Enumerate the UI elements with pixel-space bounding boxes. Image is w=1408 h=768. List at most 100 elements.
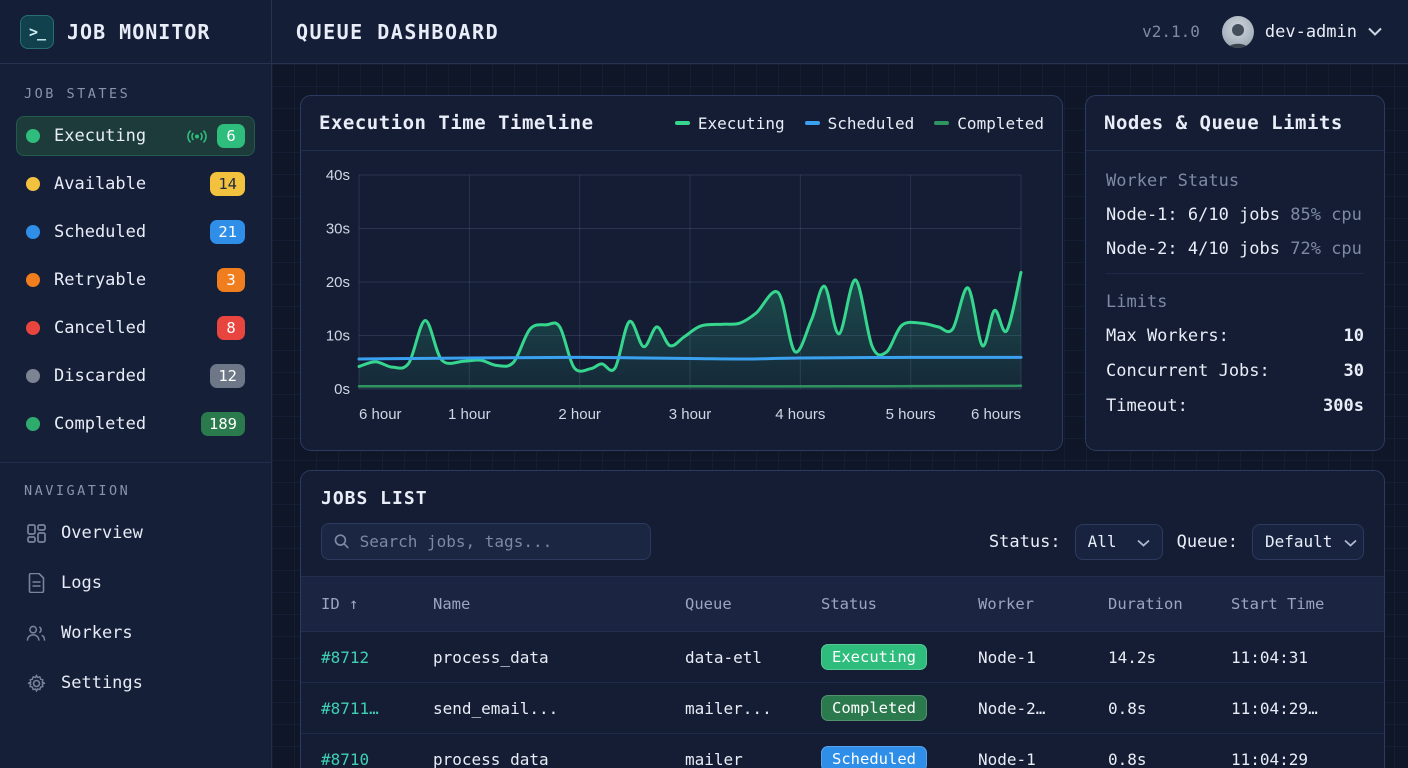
user-menu[interactable]: dev-admin — [1214, 15, 1382, 48]
nav-item-workers[interactable]: Workers — [16, 613, 255, 653]
worker-jobs: 4/10 jobs — [1187, 239, 1291, 259]
chevron-down-icon — [1344, 532, 1358, 551]
status-badge: Executing — [821, 644, 927, 670]
status-select[interactable]: All — [1074, 523, 1163, 560]
app-logo: >_ JOB MONITOR — [0, 0, 272, 63]
state-label: Executing — [54, 126, 147, 146]
job-id-link[interactable]: #8710 — [321, 750, 433, 768]
user-avatar — [1221, 15, 1254, 48]
nav-item-settings[interactable]: Settings — [16, 663, 255, 703]
limits-label: Limits — [1106, 292, 1168, 312]
x-tick-label: 2 hour — [558, 406, 601, 423]
limit-value: 30 — [1343, 361, 1364, 381]
job-name: send_email... — [433, 698, 559, 718]
broadcast-icon — [186, 129, 208, 144]
version-label: v2.1.0 — [1142, 22, 1200, 41]
chevron-down-icon — [1368, 27, 1382, 36]
job-id-link[interactable]: #8711… — [321, 699, 433, 718]
y-tick-label: 40s — [326, 167, 350, 184]
column-header-name: Name — [433, 595, 471, 613]
jobs-filters: Status: All Queue: Default — [989, 523, 1364, 560]
state-label: Cancelled — [54, 318, 147, 338]
jobs-list-card: JOBS LIST Status: All Queue: Default ID ↑Na… — [300, 470, 1385, 768]
limit-row: Timeout: 300s — [1106, 396, 1364, 416]
state-count-badge: 3 — [217, 268, 245, 292]
worker-cpu: 72% cpu — [1290, 239, 1362, 259]
job-name: process_data — [433, 749, 549, 768]
sidebar-state-completed[interactable]: Completed 189 — [16, 404, 255, 444]
job-row-8710[interactable]: #8710 process_data mailer Scheduled Node-1 0.… — [301, 734, 1384, 768]
job-states-section-label: JOB STATES — [24, 86, 131, 102]
state-label: Available — [54, 174, 147, 194]
chevron-down-icon — [1136, 532, 1150, 551]
worker-status-row: Node-2: 4/10 jobs 72% cpu — [1106, 239, 1364, 259]
legend-item-completed[interactable]: Completed — [934, 114, 1044, 133]
state-dot — [26, 369, 40, 383]
jobs-table-header: ID ↑ Name Queue Status Worker Duration Start T… — [301, 576, 1384, 632]
state-count-badge: 8 — [217, 316, 245, 340]
nodes-card-title: Nodes & Queue Limits — [1104, 112, 1343, 134]
state-dot — [26, 417, 40, 431]
nav-item-label: Logs — [61, 573, 102, 593]
legend-dash — [804, 121, 820, 125]
job-row-8711[interactable]: #8711… send_email... mailer... Completed Nod… — [301, 683, 1384, 734]
column-header-status: Status — [821, 595, 877, 613]
worker-status-label: Worker Status — [1106, 171, 1240, 191]
navigation-section-label: NAVIGATION — [24, 483, 131, 499]
sidebar-state-executing[interactable]: Executing 6 — [16, 116, 255, 156]
nodes-limits-card: Nodes & Queue Limits Worker Status Node-… — [1085, 95, 1385, 451]
timeline-card-title: Execution Time Timeline — [319, 112, 594, 134]
file-icon — [26, 573, 46, 593]
users-icon — [26, 624, 46, 642]
x-tick-label: 4 hours — [775, 406, 825, 423]
legend-label: Scheduled — [827, 113, 915, 133]
job-row-8712[interactable]: #8712 process_data data-etl Executing Node-1… — [301, 632, 1384, 683]
sidebar-state-available[interactable]: Available 14 — [16, 164, 255, 204]
job-worker: Node-1 — [978, 749, 1036, 768]
avatar-silhouette — [1227, 23, 1249, 48]
job-id-link[interactable]: #8712 — [321, 648, 433, 667]
nav-item-overview[interactable]: Overview — [16, 513, 255, 553]
nav-item-logs[interactable]: Logs — [16, 563, 255, 603]
job-duration: 0.8s — [1108, 698, 1147, 718]
sidebar-state-cancelled[interactable]: Cancelled 8 — [16, 308, 255, 348]
legend-item-executing[interactable]: Executing — [674, 114, 785, 133]
app-name: JOB MONITOR — [67, 19, 211, 44]
worker-status-list: Node-1: 6/10 jobs 85% cpu Node-2: 4/10 jo… — [1106, 205, 1364, 259]
navigation-list: Overview Logs Workers Settings — [16, 513, 255, 703]
series-line-scheduled — [357, 355, 1023, 361]
queue-select[interactable]: Default — [1252, 523, 1364, 560]
x-tick-label: 5 hours — [886, 406, 936, 423]
job-duration: 14.2s — [1108, 647, 1157, 667]
jobs-search[interactable] — [321, 523, 651, 560]
sidebar-divider — [0, 462, 271, 463]
sidebar-state-retryable[interactable]: Retryable 3 — [16, 260, 255, 300]
legend-dash — [674, 121, 690, 125]
dashboard-grid-icon — [26, 523, 46, 543]
state-label: Discarded — [54, 366, 147, 386]
legend-label: Completed — [957, 113, 1044, 133]
sidebar-state-scheduled[interactable]: Scheduled 21 — [16, 212, 255, 252]
limit-label: Max Workers: — [1106, 326, 1229, 346]
worker-name: Node-1: — [1106, 205, 1188, 225]
top-bar: >_ JOB MONITOR QUEUE DASHBOARD v2.1.0 de… — [0, 0, 1408, 64]
series-line-completed — [357, 384, 1023, 388]
sidebar-state-discarded[interactable]: Discarded 12 — [16, 356, 255, 396]
legend-item-scheduled[interactable]: Scheduled — [804, 113, 915, 133]
legend-dash — [934, 121, 950, 125]
search-input[interactable] — [359, 532, 638, 551]
job-queue: data-etl — [685, 647, 763, 667]
x-tick-label: 6 hours — [971, 406, 1021, 423]
column-header-id[interactable]: ID ↑ — [321, 595, 433, 613]
job-duration: 0.8s — [1108, 749, 1147, 768]
x-tick-label: 3 hour — [669, 406, 712, 423]
state-dot — [26, 177, 40, 191]
nav-item-label: Overview — [61, 523, 143, 543]
page-title: QUEUE DASHBOARD — [296, 19, 500, 44]
x-tick-label: 6 hour — [359, 406, 402, 423]
limit-row: Concurrent Jobs: 30 — [1106, 361, 1364, 381]
state-dot — [26, 129, 40, 143]
state-count-badge: 12 — [210, 364, 245, 388]
state-label: Completed — [54, 414, 147, 434]
filter-label-queue: Queue: — [1176, 531, 1238, 552]
